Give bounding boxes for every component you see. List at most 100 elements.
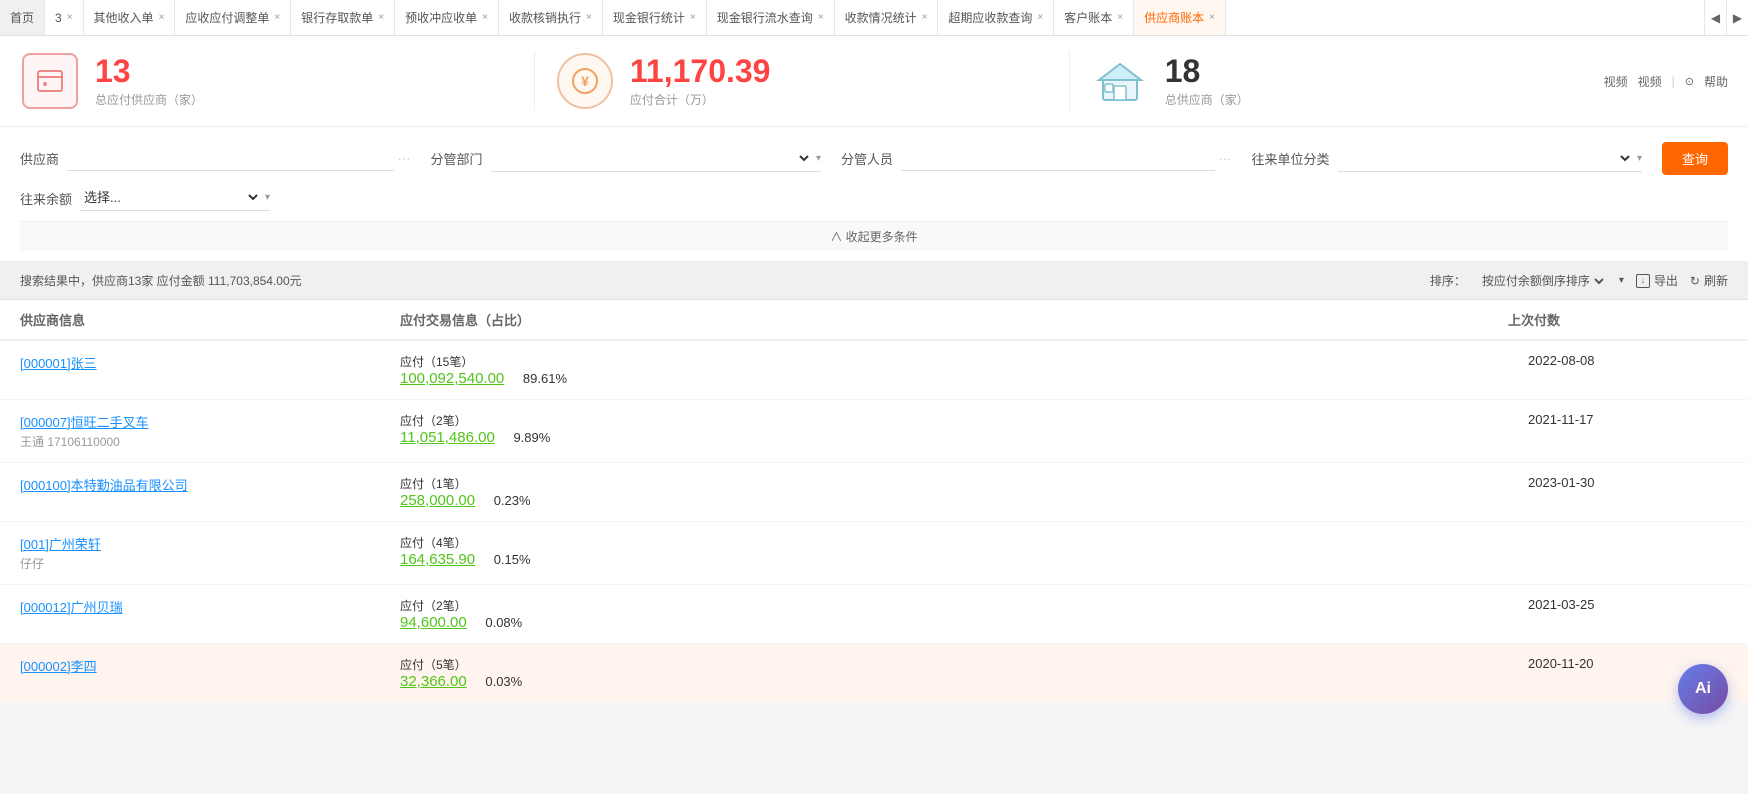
balance-select[interactable]: 选择... bbox=[80, 185, 261, 210]
last-pay-date: 2021-03-25 bbox=[1528, 597, 1595, 612]
nav-item-bank-deposit[interactable]: 银行存取款单 × bbox=[291, 0, 395, 36]
nav-prev-arrow[interactable]: ◀ bbox=[1704, 0, 1726, 36]
close-icon[interactable]: × bbox=[586, 12, 592, 23]
table-row: [000007]恒旺二手叉车 王通 17106110000 应付（2笔） 11,… bbox=[0, 400, 1748, 463]
nav-next-arrow[interactable]: ▶ bbox=[1726, 0, 1748, 36]
balance-label: 往来余额 bbox=[20, 189, 72, 208]
header-transaction: 应付交易信息（占比） bbox=[400, 310, 1508, 329]
collapse-up-icon: ∧ bbox=[830, 230, 842, 244]
last-pay-date: 2020-11-20 bbox=[1528, 656, 1594, 671]
supplier-dots-btn[interactable]: ··· bbox=[398, 151, 411, 166]
tx-amount-link[interactable]: 32,366.00 bbox=[400, 673, 467, 690]
nav-item-payment-exec[interactable]: 收款核销执行 × bbox=[499, 0, 603, 36]
nav-item-other-income[interactable]: 其他收入单 × bbox=[84, 0, 176, 36]
nav-item-supplier-ledger[interactable]: 供应商账本 × bbox=[1134, 0, 1226, 36]
category-label: 往来单位分类 bbox=[1252, 149, 1330, 168]
store-icon bbox=[1090, 51, 1150, 111]
supplier-input[interactable] bbox=[67, 147, 393, 171]
payable-suppliers-label: 总应付供应商（家） bbox=[95, 91, 203, 108]
filter-category: 往来单位分类 ▾ bbox=[1252, 146, 1643, 172]
close-icon[interactable]: × bbox=[1117, 12, 1123, 23]
money-icon: ¥ bbox=[555, 51, 615, 111]
supplier-name-link[interactable]: [000007]恒旺二手叉车 bbox=[20, 412, 400, 431]
supplier-name-link[interactable]: [000012]广州贝瑞 bbox=[20, 597, 400, 616]
close-icon[interactable]: × bbox=[1037, 12, 1043, 23]
supplier-name-link[interactable]: [000001]张三 bbox=[20, 353, 400, 372]
summary-card-total-payable: ¥ 11,170.39 应付合计（万） bbox=[534, 51, 1069, 111]
help-icon: ⊙ bbox=[1685, 75, 1694, 88]
summary-card-total-suppliers: 18 总供应商（家） bbox=[1069, 51, 1604, 111]
tx-label: 应付（4笔） bbox=[400, 534, 1528, 551]
refresh-icon: ↻ bbox=[1690, 274, 1700, 288]
close-icon[interactable]: × bbox=[378, 12, 384, 23]
person-dots-btn[interactable]: ··· bbox=[1219, 151, 1232, 166]
ai-assistant-button[interactable]: Ai bbox=[1678, 664, 1728, 714]
summary-bar: 13 总应付供应商（家） ¥ 11,170.39 应付合计（万） bbox=[0, 36, 1748, 127]
tx-label: 应付（2笔） bbox=[400, 597, 1528, 614]
close-icon[interactable]: × bbox=[922, 12, 928, 23]
dept-label: 分管部门 bbox=[431, 149, 483, 168]
export-button[interactable]: ↓ 导出 bbox=[1636, 272, 1678, 289]
close-icon[interactable]: × bbox=[690, 12, 696, 23]
dept-select[interactable] bbox=[491, 146, 812, 171]
close-icon[interactable]: × bbox=[274, 12, 280, 23]
last-pay-date: 2022-08-08 bbox=[1528, 353, 1595, 368]
sort-select[interactable]: 按应付余额倒序排序 bbox=[1478, 273, 1607, 289]
payable-suppliers-value: 13 bbox=[95, 55, 203, 87]
video-label[interactable]: 视频 bbox=[1638, 73, 1662, 90]
table-row: [000100]本特勤油品有限公司 应付（1笔） 258,000.00 0.23… bbox=[0, 463, 1748, 522]
results-summary-text: 搜索结果中，供应商13家 应付金额 111,703,854.00元 bbox=[20, 272, 302, 289]
close-icon[interactable]: × bbox=[482, 12, 488, 23]
table-row: [000002]李四 应付（5笔） 32,366.00 0.03% 2020-1… bbox=[0, 644, 1748, 703]
tx-amount-link[interactable]: 11,051,486.00 bbox=[400, 429, 495, 446]
balance-chevron-icon: ▾ bbox=[265, 192, 270, 203]
tx-amount-link[interactable]: 258,000.00 bbox=[400, 492, 475, 509]
tx-label: 应付（15笔） bbox=[400, 353, 1528, 370]
person-input[interactable] bbox=[901, 147, 1214, 171]
nav-item-advance-offset[interactable]: 预收冲应收单 × bbox=[395, 0, 499, 36]
summary-card-payable-suppliers: 13 总应付供应商（家） bbox=[20, 51, 534, 111]
tx-percent: 0.03% bbox=[485, 674, 522, 689]
close-icon[interactable]: × bbox=[1209, 12, 1215, 23]
collapse-button[interactable]: ∧ 收起更多条件 bbox=[20, 221, 1728, 251]
tx-amount-link[interactable]: 94,600.00 bbox=[400, 614, 467, 631]
nav-item-customer-ledger[interactable]: 客户账本 × bbox=[1054, 0, 1134, 36]
filter-row-2: 往来余额 选择... ▾ bbox=[20, 185, 1728, 211]
last-pay-date: 2023-01-30 bbox=[1528, 475, 1595, 490]
total-suppliers-label: 总供应商（家） bbox=[1165, 91, 1249, 108]
supplier-name-link[interactable]: [000100]本特勤油品有限公司 bbox=[20, 475, 400, 494]
dept-chevron-icon: ▾ bbox=[816, 153, 821, 164]
close-icon[interactable]: × bbox=[67, 12, 73, 23]
total-suppliers-value: 18 bbox=[1165, 55, 1249, 87]
filter-person: 分管人员 ··· bbox=[841, 147, 1232, 171]
person-label: 分管人员 bbox=[841, 149, 893, 168]
tx-percent: 0.23% bbox=[494, 493, 531, 508]
nav-item-3[interactable]: 3 × bbox=[45, 0, 84, 36]
filter-balance: 往来余额 选择... ▾ bbox=[20, 185, 270, 211]
supplier-name-link[interactable]: [000002]李四 bbox=[20, 656, 400, 675]
table-row: [001]广州荣轩 仔仔 应付（4笔） 164,635.90 0.15% bbox=[0, 522, 1748, 585]
tx-amount-link[interactable]: 100,092,540.00 bbox=[400, 370, 504, 387]
tx-amount-link[interactable]: 164,635.90 bbox=[400, 551, 475, 568]
nav-item-overdue-ar[interactable]: 超期应收款查询 × bbox=[938, 0, 1054, 36]
refresh-button[interactable]: ↻ 刷新 bbox=[1690, 272, 1728, 289]
nav-item-payment-stat[interactable]: 收款情况统计 × bbox=[835, 0, 939, 36]
supplier-name-link[interactable]: [001]广州荣轩 bbox=[20, 534, 400, 553]
category-select[interactable] bbox=[1338, 146, 1633, 171]
nav-item-cash-bank-flow[interactable]: 现金银行流水查询 × bbox=[707, 0, 835, 36]
divider: | bbox=[1672, 74, 1675, 88]
svg-text:¥: ¥ bbox=[581, 73, 589, 89]
nav-item-ar-ap-adjust[interactable]: 应收应付调整单 × bbox=[175, 0, 291, 36]
video-link[interactable]: 视频 bbox=[1604, 73, 1628, 90]
close-icon[interactable]: × bbox=[159, 12, 165, 23]
search-button[interactable]: 查询 bbox=[1662, 142, 1728, 175]
close-icon[interactable]: × bbox=[818, 12, 824, 23]
header-supplier: 供应商信息 bbox=[20, 310, 400, 329]
help-label[interactable]: 帮助 bbox=[1704, 73, 1728, 90]
table-row: [000001]张三 应付（15笔） 100,092,540.00 89.61%… bbox=[0, 341, 1748, 400]
nav-item-cash-bank-stat[interactable]: 现金银行统计 × bbox=[603, 0, 707, 36]
table-row: [000012]广州贝瑞 应付（2笔） 94,600.00 0.08% 2021… bbox=[0, 585, 1748, 644]
top-nav: 首页 3 × 其他收入单 × 应收应付调整单 × 银行存取款单 × 预收冲应收单… bbox=[0, 0, 1748, 36]
supplier-sub: 仔仔 bbox=[20, 555, 400, 572]
nav-item-home[interactable]: 首页 bbox=[0, 0, 45, 36]
